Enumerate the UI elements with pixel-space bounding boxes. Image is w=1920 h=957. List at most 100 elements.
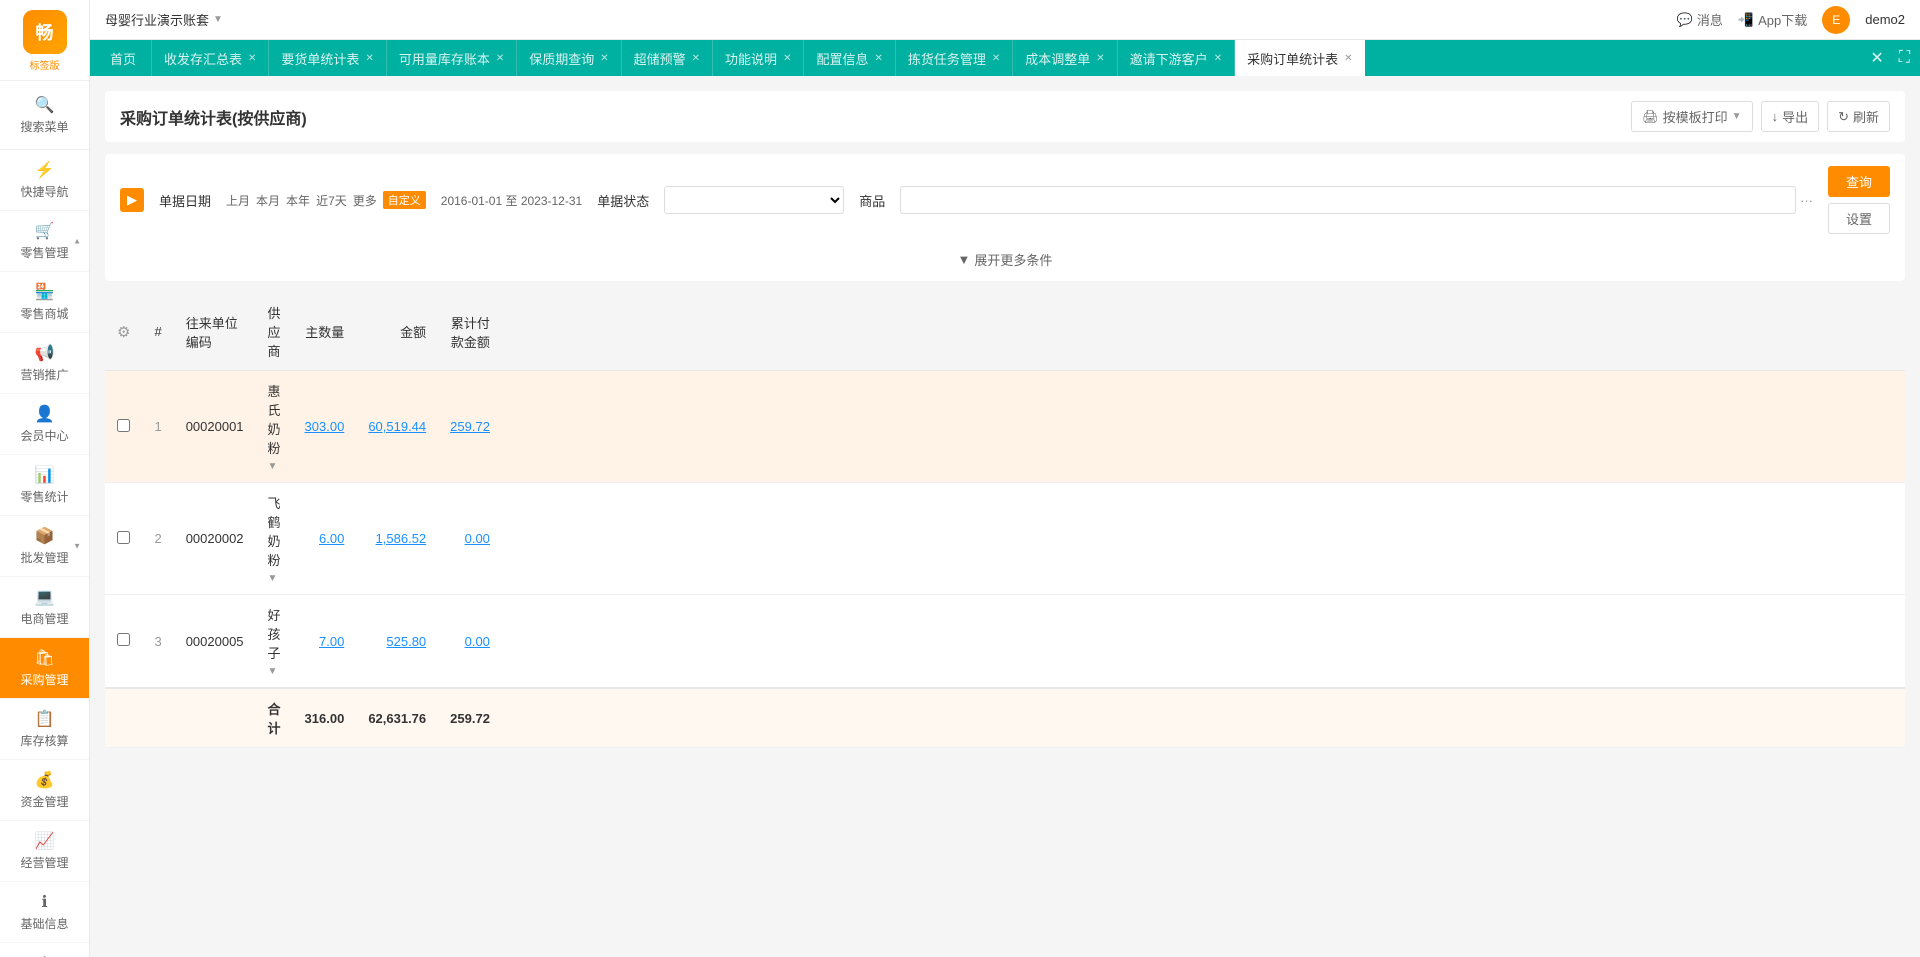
row-paid-amount[interactable]: 259.72: [438, 371, 502, 483]
refresh-button[interactable]: ↻ 刷新: [1827, 101, 1890, 132]
footer-qty-cell: 316.00: [293, 688, 357, 748]
date-custom-badge[interactable]: 自定义: [383, 191, 426, 209]
app-download-button[interactable]: 📲 App下载: [1738, 10, 1807, 29]
close-icon[interactable]: ✕: [496, 53, 504, 64]
sidebar-item-retail[interactable]: 🛒 零售管理 ▲: [0, 211, 89, 272]
sidebar-item-basic[interactable]: ℹ 基础信息: [0, 882, 89, 943]
message-button[interactable]: 💬 消息: [1677, 10, 1723, 29]
username-label: demo2: [1865, 12, 1905, 27]
sidebar-item-quick-nav[interactable]: ⚡ 快捷导航: [0, 150, 89, 211]
sidebar-item-wholesale[interactable]: 📦 批发管理 ▼: [0, 516, 89, 577]
row-expand-icon[interactable]: ▼: [268, 461, 278, 472]
close-icon[interactable]: ✕: [1214, 53, 1222, 64]
tab-overstock-warning[interactable]: 超储预警 ✕: [622, 40, 713, 76]
filter-actions: 查询 设置: [1828, 166, 1890, 234]
close-icon[interactable]: ✕: [1344, 53, 1352, 64]
tab-function-desc-label: 功能说明: [725, 49, 777, 68]
row-expand-icon[interactable]: ▼: [268, 666, 278, 677]
col-settings: ⚙: [105, 293, 142, 371]
table-header-row: ⚙ # 往来单位编码 供应商 主数量 金额 累计付款金额: [105, 293, 1905, 371]
table-row[interactable]: 3 00020005 好孩子 ▼ 7.00 525.80 0.00: [105, 595, 1905, 689]
row-amount[interactable]: 525.80: [356, 595, 438, 689]
date-shortcut-last-month[interactable]: 上月: [226, 192, 250, 209]
export-button[interactable]: ↓ 导出: [1761, 101, 1820, 132]
row-main-qty[interactable]: 6.00: [293, 483, 357, 595]
table-row[interactable]: 1 00020001 惠氏奶粉 ▼ 303.00 60,519.44 259.7…: [105, 371, 1905, 483]
refresh-icon: ↻: [1838, 109, 1849, 125]
sidebar-item-operations[interactable]: 📈 经营管理: [0, 821, 89, 882]
date-shortcut-this-year[interactable]: 本年: [286, 192, 310, 209]
date-shortcut-7days[interactable]: 近7天: [316, 192, 347, 209]
row-paid-amount[interactable]: 0.00: [438, 483, 502, 595]
chevron-right-icon: ▼: [73, 542, 81, 551]
print-button[interactable]: 🖨 按模板打印 ▼: [1631, 101, 1752, 132]
table-row[interactable]: 2 00020002 飞鹤奶粉 ▼ 6.00 1,586.52 0.00: [105, 483, 1905, 595]
close-all-button[interactable]: ✕: [1865, 48, 1888, 68]
goods-filter-input[interactable]: [900, 186, 1796, 214]
tab-config-info[interactable]: 配置信息 ✕: [804, 40, 895, 76]
row-checkbox[interactable]: [105, 595, 142, 689]
settings-button[interactable]: 设置: [1828, 203, 1890, 234]
tab-receive-summary[interactable]: 收发存汇总表 ✕: [152, 40, 269, 76]
sidebar-item-system[interactable]: ⚙ 系统管理: [0, 943, 89, 957]
row-amount[interactable]: 1,586.52: [356, 483, 438, 595]
workspace-selector[interactable]: 母婴行业演示账套 ▼: [105, 10, 223, 29]
tab-available-inventory[interactable]: 可用量库存账本 ✕: [387, 40, 517, 76]
row-expand-icon[interactable]: ▼: [268, 573, 278, 584]
print-icon: 🖨: [1642, 109, 1659, 125]
query-button[interactable]: 查询: [1828, 166, 1890, 197]
date-shortcut-this-month[interactable]: 本月: [256, 192, 280, 209]
row-main-qty[interactable]: 7.00: [293, 595, 357, 689]
tab-order-summary[interactable]: 要货单统计表 ✕: [269, 40, 386, 76]
close-icon[interactable]: ✕: [1096, 53, 1104, 64]
tab-invite-downstream-label: 邀请下游客户: [1130, 49, 1208, 68]
date-shortcut-more[interactable]: 更多: [353, 192, 377, 209]
row-main-qty[interactable]: 303.00: [293, 371, 357, 483]
user-avatar[interactable]: E: [1822, 6, 1850, 34]
tab-invite-downstream[interactable]: 邀请下游客户 ✕: [1118, 40, 1235, 76]
sidebar-item-purchase[interactable]: 🛍 采购管理: [0, 638, 89, 699]
marketing-icon: 📢: [35, 343, 55, 363]
sidebar-item-member-label: 会员中心: [20, 427, 68, 444]
row-amount[interactable]: 60,519.44: [356, 371, 438, 483]
close-icon[interactable]: ✕: [874, 53, 882, 64]
close-icon[interactable]: ✕: [783, 53, 791, 64]
status-filter-select[interactable]: [664, 186, 844, 214]
sidebar-item-finance[interactable]: 💰 资金管理: [0, 760, 89, 821]
tab-expiry-query[interactable]: 保质期查询 ✕: [517, 40, 621, 76]
goods-filter-more-icon[interactable]: ···: [1800, 193, 1813, 208]
column-settings-icon[interactable]: ⚙: [117, 324, 130, 341]
footer-paid-cell: 259.72: [438, 688, 502, 748]
sidebar-item-marketing[interactable]: 📢 营销推广: [0, 333, 89, 394]
page-header-actions: 🖨 按模板打印 ▼ ↓ 导出 ↻ 刷新: [1631, 101, 1890, 132]
tab-cost-adjust[interactable]: 成本调整单 ✕: [1013, 40, 1117, 76]
filter-toggle-button[interactable]: ▶: [120, 188, 144, 212]
sidebar-item-inventory[interactable]: 📋 库存核算: [0, 699, 89, 760]
close-icon[interactable]: ✕: [992, 53, 1000, 64]
close-icon[interactable]: ✕: [692, 53, 700, 64]
close-icon[interactable]: ✕: [248, 53, 256, 64]
sidebar-item-search[interactable]: 🔍 搜索菜单: [6, 89, 83, 141]
expand-more-button[interactable]: ▼ 展开更多条件: [958, 250, 1053, 269]
date-filter-label: 单据日期: [159, 191, 211, 210]
row-extra: [502, 595, 1905, 689]
row-checkbox[interactable]: [105, 371, 142, 483]
sidebar-item-ecommerce[interactable]: 💻 电商管理: [0, 577, 89, 638]
sidebar-item-member[interactable]: 👤 会员中心: [0, 394, 89, 455]
purchase-icon: 🛍: [34, 648, 54, 668]
sidebar-item-retail-stats[interactable]: 📊 零售统计: [0, 455, 89, 516]
operations-icon: 📈: [35, 831, 55, 851]
sidebar-search-section: 🔍 搜索菜单: [0, 81, 89, 150]
row-checkbox[interactable]: [105, 483, 142, 595]
row-paid-amount[interactable]: 0.00: [438, 595, 502, 689]
tab-home[interactable]: 首页: [95, 40, 152, 76]
close-icon[interactable]: ✕: [600, 53, 608, 64]
tab-purchase-summary[interactable]: 采购订单统计表 ✕: [1235, 40, 1365, 76]
close-icon[interactable]: ✕: [365, 53, 373, 64]
tab-pick-task[interactable]: 拣货任务管理 ✕: [896, 40, 1013, 76]
row-supplier-name: 飞鹤奶粉 ▼: [256, 483, 293, 595]
footer-label-cell: [174, 688, 256, 748]
tab-function-desc[interactable]: 功能说明 ✕: [713, 40, 804, 76]
maximize-button[interactable]: ⛶: [1894, 49, 1915, 67]
sidebar-item-retail-mall[interactable]: 🏪 零售商城: [0, 272, 89, 333]
